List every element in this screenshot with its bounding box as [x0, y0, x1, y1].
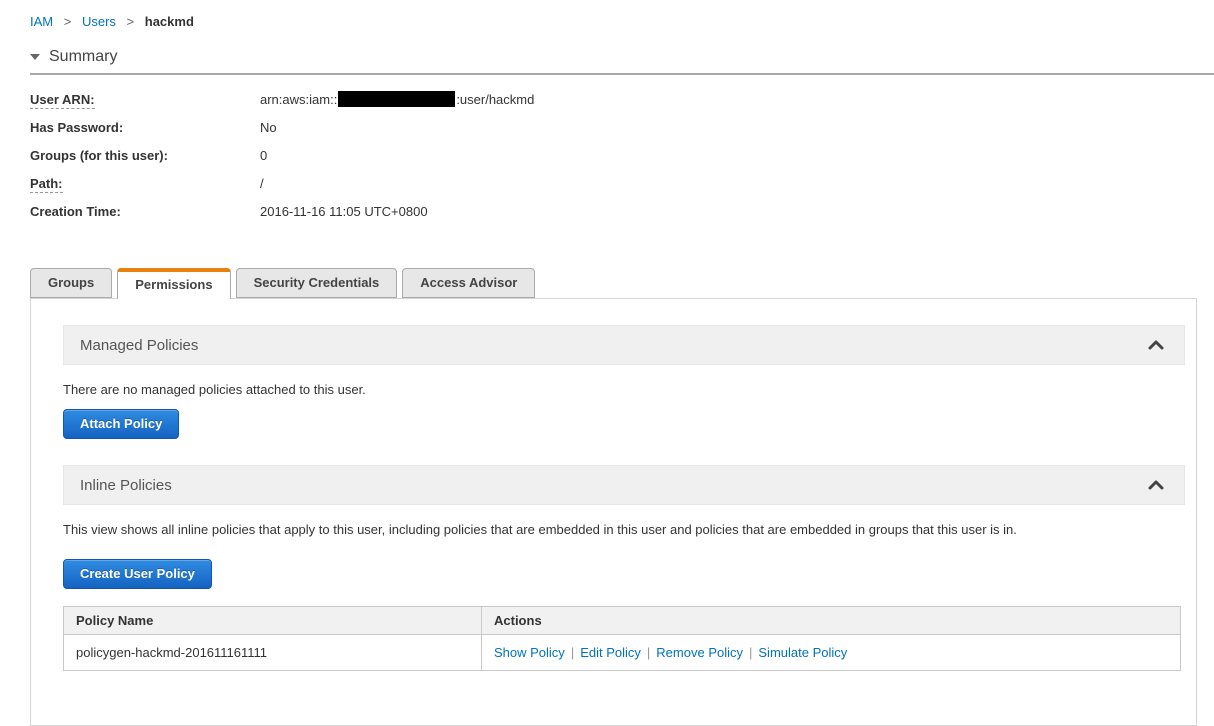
managed-policies-empty-text: There are no managed policies attached t…	[63, 382, 366, 397]
has-password-value: No	[260, 120, 277, 135]
table-row: policygen-hackmd-201611161111 Show Polic…	[63, 634, 1181, 671]
user-arn-label: User ARN:	[30, 92, 95, 109]
column-header-policy-name: Policy Name	[63, 606, 482, 635]
creation-time-value: 2016-11-16 11:05 UTC+0800	[260, 204, 428, 219]
managed-policies-title: Managed Policies	[80, 336, 199, 354]
permissions-tab-panel: Managed Policies There are no managed po…	[30, 298, 1197, 726]
action-separator: |	[646, 645, 651, 660]
inline-policies-body: This view shows all inline policies that…	[63, 505, 1185, 697]
managed-policies-collapse-button[interactable]	[1144, 338, 1168, 352]
column-header-actions: Actions	[481, 606, 1181, 635]
policy-actions-cell: Show Policy | Edit Policy | Remove Policy | Si…	[481, 634, 1181, 671]
tab-security-credentials[interactable]: Security Credentials	[235, 268, 398, 298]
managed-policies-body: There are no managed policies attached t…	[63, 365, 1185, 465]
remove-policy-link[interactable]: Remove Policy	[656, 645, 743, 660]
inline-policies-table: Policy Name Actions policygen-hackmd-201…	[63, 606, 1181, 671]
breadcrumb: IAM > Users > hackmd	[0, 0, 1214, 29]
summary-row-creation-time: Creation Time: 2016-11-16 11:05 UTC+0800	[30, 203, 1214, 220]
path-label: Path:	[30, 176, 63, 193]
summary-row-user-arn: User ARN: arn:aws:iam:::user/hackmd	[30, 91, 1214, 109]
summary-section-heading: Summary	[30, 48, 1214, 66]
summary-row-groups: Groups (for this user): 0	[30, 147, 1214, 164]
redacted-account-id	[338, 91, 456, 107]
path-value: /	[260, 176, 264, 191]
inline-policies-title: Inline Policies	[80, 476, 172, 494]
breadcrumb-link-users[interactable]: Users	[82, 14, 116, 29]
has-password-label: Has Password:	[30, 120, 124, 135]
chevron-up-icon	[1148, 480, 1164, 490]
simulate-policy-link[interactable]: Simulate Policy	[758, 645, 847, 660]
breadcrumb-link-iam[interactable]: IAM	[30, 14, 53, 29]
summary-row-has-password: Has Password: No	[30, 119, 1214, 136]
groups-count-value: 0	[260, 148, 268, 163]
action-separator: |	[749, 645, 753, 660]
table-header-row: Policy Name Actions	[63, 606, 1181, 635]
tab-groups[interactable]: Groups	[30, 268, 113, 298]
inline-policies-description: This view shows all inline policies that…	[63, 522, 1017, 537]
user-arn-value: arn:aws:iam:::user/hackmd	[260, 91, 535, 107]
policy-name-cell: policygen-hackmd-201611161111	[63, 634, 482, 671]
create-user-policy-button[interactable]: Create User Policy	[63, 559, 212, 589]
tab-access-advisor[interactable]: Access Advisor	[402, 268, 536, 298]
summary-row-path: Path: /	[30, 175, 1214, 193]
breadcrumb-separator: >	[126, 14, 135, 29]
tab-bar: Groups Permissions Security Credentials …	[30, 268, 1214, 299]
inline-policies-collapse-button[interactable]	[1144, 478, 1168, 492]
inline-policies-header: Inline Policies	[63, 465, 1185, 505]
edit-policy-link[interactable]: Edit Policy	[580, 645, 641, 660]
tab-permissions[interactable]: Permissions	[117, 268, 231, 299]
creation-time-label: Creation Time:	[30, 204, 121, 219]
chevron-up-icon	[1148, 340, 1164, 350]
breadcrumb-current-user: hackmd	[144, 14, 194, 29]
managed-policies-header: Managed Policies	[63, 325, 1185, 365]
breadcrumb-separator: >	[63, 14, 72, 29]
summary-divider	[30, 73, 1214, 75]
summary-title: Summary	[49, 48, 118, 65]
action-separator: |	[570, 645, 575, 660]
show-policy-link[interactable]: Show Policy	[494, 645, 565, 660]
caret-down-icon[interactable]	[30, 53, 40, 60]
attach-policy-button[interactable]: Attach Policy	[63, 409, 180, 439]
groups-count-label: Groups (for this user):	[30, 148, 168, 163]
summary-fields: User ARN: arn:aws:iam:::user/hackmd Has …	[30, 91, 1214, 220]
